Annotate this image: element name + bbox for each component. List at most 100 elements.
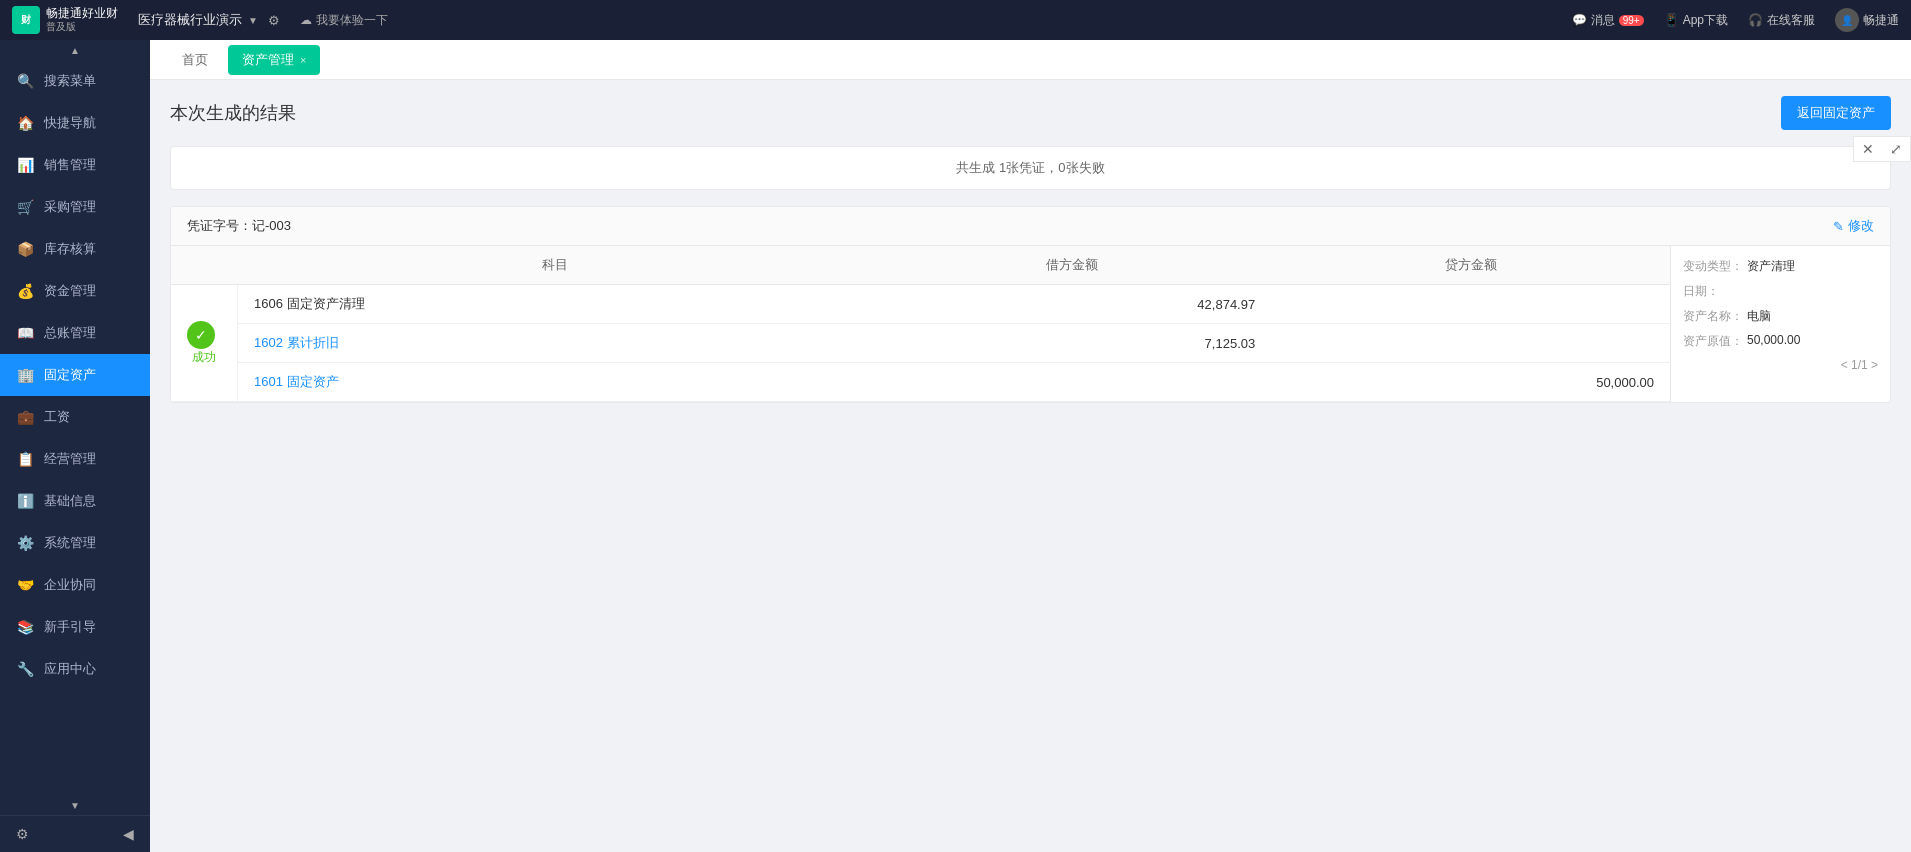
user-btn[interactable]: 👤 畅捷通 [1835,8,1899,32]
sidebar-item-search[interactable]: 🔍 搜索菜单 [0,60,150,102]
asset-name-label: 资产名称： [1683,308,1743,325]
sidebar-item-inventory[interactable]: 📦 库存核算 [0,228,150,270]
home-icon: 🏠 [16,115,34,131]
sidebar-item-fixed-assets[interactable]: 🏢 固定资产 [0,354,150,396]
username: 畅捷通 [1863,12,1899,29]
original-value-value: 50,000.00 [1747,333,1800,350]
sidebar-item-quick-nav[interactable]: 🏠 快捷导航 [0,102,150,144]
voucher-card: 凭证字号：记-003 ✎ 修改 科目 [170,206,1891,403]
app-logo: 财 畅捷通好业财 普及版 [12,6,118,34]
change-type-label: 变动类型： [1683,258,1743,275]
original-value-label: 资产原值： [1683,333,1743,350]
voucher-main: 科目 借方金额 贷方金额 ✓ 成功 [171,246,1670,402]
capital-icon: 💰 [16,283,34,299]
sidebar-item-basics[interactable]: ℹ️ 基础信息 [0,480,150,522]
avatar: 👤 [1835,8,1859,32]
experience-btn[interactable]: ☁ 我要体验一下 [300,12,388,29]
sidebar-item-label: 销售管理 [44,156,96,174]
app-download-label: App下载 [1683,12,1728,29]
sidebar-item-label: 库存核算 [44,240,96,258]
sidebar-settings-icon[interactable]: ⚙ [16,826,29,842]
fixed-assets-icon: 🏢 [16,367,34,383]
app-download-btn[interactable]: 📱 App下载 [1664,12,1728,29]
table-row: 1601 固定资产 50,000.00 [171,363,1670,402]
message-badge: 99+ [1619,15,1644,26]
sidebar-item-guide[interactable]: 📚 新手引导 [0,606,150,648]
tab-close-icon[interactable]: × [300,54,306,66]
search-icon: 🔍 [16,73,34,89]
sidebar-item-label: 经营管理 [44,450,96,468]
sidebar-items: 🔍 搜索菜单 🏠 快捷导航 📊 销售管理 🛒 采购管理 📦 库存核算 💰 [0,60,150,795]
logo-text-block: 畅捷通好业财 普及版 [46,6,118,34]
sidebar-item-capital[interactable]: 💰 资金管理 [0,270,150,312]
debit-3 [872,363,1271,402]
sidebar-item-operations[interactable]: 📋 经营管理 [0,438,150,480]
sidebar-scroll-down[interactable]: ▼ [0,795,150,815]
pagination-text: < 1/1 > [1841,358,1878,372]
ledger-icon: 📖 [16,325,34,341]
sidebar-item-label: 搜索菜单 [44,72,96,90]
company-selector[interactable]: 医疗器械行业演示 ▼ [138,11,258,29]
voucher-side-panel: 变动类型： 资产清理 日期： 资产名称： 电脑 资产原值： [1670,246,1890,402]
purchase-icon: 🛒 [16,199,34,215]
change-type-value: 资产清理 [1747,258,1795,275]
table-header-row: 科目 借方金额 贷方金额 [171,246,1670,285]
sidebar-item-label: 资金管理 [44,282,96,300]
sidebar-item-label: 企业协同 [44,576,96,594]
sidebar-item-label: 固定资产 [44,366,96,384]
panel-close-btn[interactable]: ✕ [1854,137,1882,161]
th-status [171,246,238,285]
sidebar-item-sales[interactable]: 📊 销售管理 [0,144,150,186]
sidebar-item-label: 快捷导航 [44,114,96,132]
sidebar-item-label: 应用中心 [44,660,96,678]
credit-2 [1271,324,1670,363]
inventory-icon: 📦 [16,241,34,257]
sales-icon: 📊 [16,157,34,173]
logo-icon: 财 [12,6,40,34]
tab-asset-management[interactable]: 资产管理 × [228,45,320,75]
side-asset-name: 资产名称： 电脑 [1683,308,1878,325]
table-row: ✓ 成功 1606 固定资产清理 42,874.97 [171,285,1670,324]
sidebar-item-label: 总账管理 [44,324,96,342]
side-pagination[interactable]: < 1/1 > [1683,358,1878,372]
subject-2: 1602 累计折旧 [238,324,873,363]
credit-3: 50,000.00 [1271,363,1670,402]
sidebar-item-ledger[interactable]: 📖 总账管理 [0,312,150,354]
sidebar-item-system[interactable]: ⚙️ 系统管理 [0,522,150,564]
online-service-btn[interactable]: 🎧 在线客服 [1748,12,1815,29]
message-label: 消息 [1591,12,1615,29]
sidebar-item-payroll[interactable]: 💼 工资 [0,396,150,438]
side-original-value: 资产原值： 50,000.00 [1683,333,1878,350]
company-settings-icon[interactable]: ⚙ [268,13,280,28]
enterprise-icon: 🤝 [16,577,34,593]
sidebar-item-label: 工资 [44,408,70,426]
asset-name-value: 电脑 [1747,308,1771,325]
message-btn[interactable]: 💬 消息 99+ [1572,12,1644,29]
th-debit: 借方金额 [872,246,1271,285]
date-label: 日期： [1683,283,1719,300]
table-row: 1602 累计折旧 7,125.03 [171,324,1670,363]
basics-icon: ℹ️ [16,493,34,509]
experience-label: 我要体验一下 [316,12,388,29]
tabbar: 首页 资产管理 × [150,40,1911,80]
subject-1: 1606 固定资产清理 [238,285,873,324]
sidebar-item-app-center[interactable]: 🔧 应用中心 [0,648,150,690]
sidebar: ▲ 🔍 搜索菜单 🏠 快捷导航 📊 销售管理 🛒 采购管理 📦 库存核算 [0,40,150,852]
panel-expand-btn[interactable]: ⤢ [1882,137,1910,161]
app-download-icon: 📱 [1664,13,1679,27]
sidebar-scroll-up[interactable]: ▲ [0,40,150,60]
tab-home[interactable]: 首页 [166,43,224,77]
sidebar-item-label: 基础信息 [44,492,96,510]
edit-button[interactable]: ✎ 修改 [1833,217,1874,235]
sidebar-item-purchase[interactable]: 🛒 采购管理 [0,186,150,228]
guide-icon: 📚 [16,619,34,635]
topbar-right: 💬 消息 99+ 📱 App下载 🎧 在线客服 👤 畅捷通 [1572,8,1899,32]
company-dropdown-arrow: ▼ [248,15,258,26]
sidebar-item-enterprise[interactable]: 🤝 企业协同 [0,564,150,606]
summary-content: 共生成 1张凭证，0张失败 [956,160,1104,175]
page-header: 本次生成的结果 返回固定资产 [170,96,1891,130]
return-button[interactable]: 返回固定资产 [1781,96,1891,130]
voucher-data-table: 科目 借方金额 贷方金额 ✓ 成功 [171,246,1670,402]
side-date: 日期： [1683,283,1878,300]
sidebar-collapse-icon[interactable]: ◀ [123,826,134,842]
